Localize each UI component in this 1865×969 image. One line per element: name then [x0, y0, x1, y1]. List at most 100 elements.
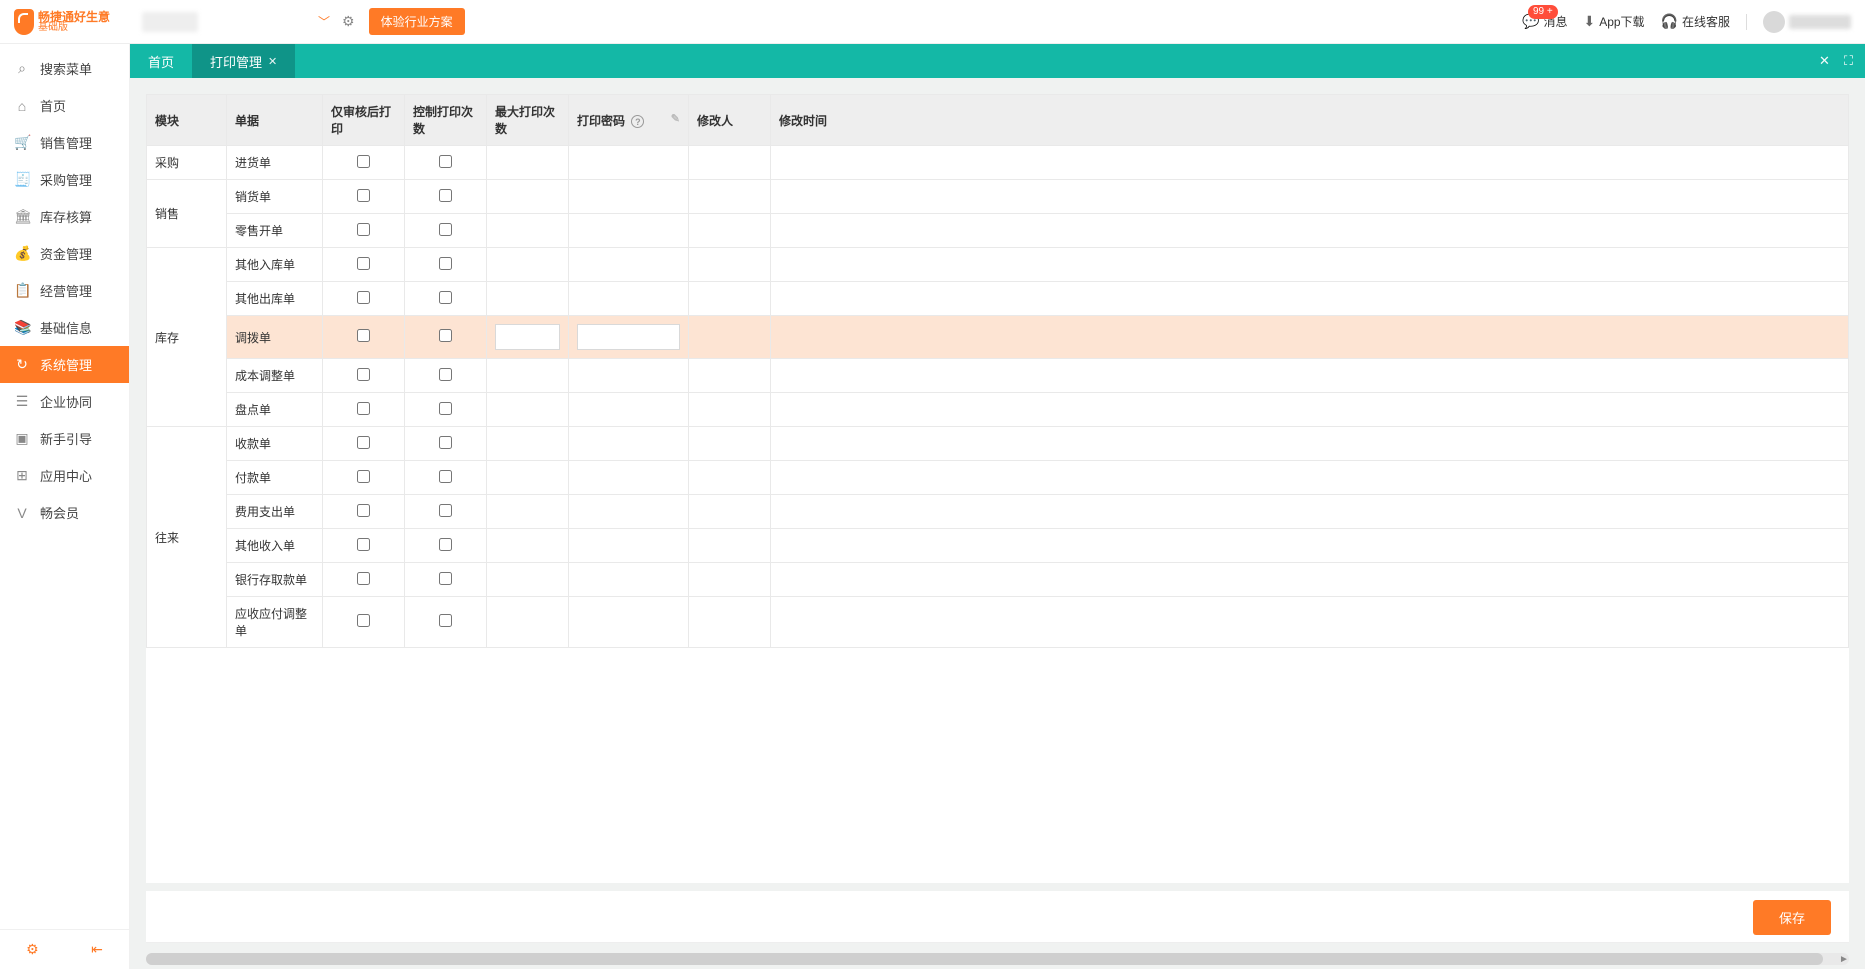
app-download-label: App下载	[1599, 13, 1644, 30]
try-industry-button[interactable]: 体验行业方案	[369, 8, 465, 35]
limit-count-checkbox[interactable]	[439, 470, 452, 483]
sidebar-item-sales[interactable]: 🛒销售管理	[0, 124, 129, 161]
tab-home[interactable]: 首页	[130, 44, 192, 78]
cell-max-count	[487, 248, 569, 282]
sidebar-item-label: 应用中心	[40, 466, 92, 485]
limit-count-checkbox[interactable]	[439, 368, 452, 381]
limit-count-checkbox[interactable]	[439, 572, 452, 585]
cell-audit-only	[323, 146, 405, 180]
user-menu[interactable]	[1763, 11, 1851, 33]
print-settings-table: 模块 单据 仅审核后打印 控制打印次数 最大打印次数 打印密码 ? ✎	[146, 94, 1849, 648]
limit-count-checkbox[interactable]	[439, 538, 452, 551]
limit-count-checkbox[interactable]	[439, 291, 452, 304]
cell-doc: 进货单	[227, 146, 323, 180]
edit-column-icon[interactable]: ✎	[671, 112, 680, 125]
audit-only-checkbox[interactable]	[357, 189, 370, 202]
settings-icon[interactable]: ⚙	[342, 13, 355, 30]
scrollbar-thumb[interactable]	[146, 953, 1823, 965]
close-icon[interactable]: ✕	[268, 55, 277, 68]
app-download-link[interactable]: ⬇ App下载	[1583, 13, 1644, 30]
sidebar-collapse-icon[interactable]: ⇤	[91, 941, 103, 958]
cell-module: 库存	[147, 248, 227, 427]
org-dropdown-caret[interactable]: ﹀	[318, 13, 330, 30]
sidebar-item-operation[interactable]: 📋经营管理	[0, 272, 129, 309]
audit-only-checkbox[interactable]	[357, 155, 370, 168]
limit-count-checkbox[interactable]	[439, 329, 452, 342]
cell-audit-only	[323, 180, 405, 214]
cell-modify-time	[771, 248, 1849, 282]
limit-count-checkbox[interactable]	[439, 189, 452, 202]
username-redacted	[1789, 15, 1851, 29]
sidebar-item-system[interactable]: ↻系统管理	[0, 346, 129, 383]
audit-only-checkbox[interactable]	[357, 470, 370, 483]
cell-modify-time	[771, 393, 1849, 427]
audit-only-checkbox[interactable]	[357, 257, 370, 270]
audit-only-checkbox[interactable]	[357, 223, 370, 236]
cell-doc: 银行存取款单	[227, 563, 323, 597]
sidebar-item-label: 企业协同	[40, 392, 92, 411]
save-button[interactable]: 保存	[1753, 900, 1831, 935]
cell-password	[569, 563, 689, 597]
col-limit-count: 控制打印次数	[405, 95, 487, 146]
system-icon: ↻	[14, 356, 30, 373]
sidebar-item-purchase[interactable]: 🧾采购管理	[0, 161, 129, 198]
tab-close-all-icon[interactable]: ✕	[1819, 53, 1830, 69]
cell-modify-time	[771, 563, 1849, 597]
cell-limit-count	[405, 248, 487, 282]
limit-count-checkbox[interactable]	[439, 614, 452, 627]
tab-print-management[interactable]: 打印管理 ✕	[192, 44, 295, 78]
audit-only-checkbox[interactable]	[357, 291, 370, 304]
sidebar-item-inventory[interactable]: 🏛库存核算	[0, 198, 129, 235]
online-service-link[interactable]: 🎧 在线客服	[1661, 13, 1730, 30]
cell-audit-only	[323, 248, 405, 282]
scroll-right-icon[interactable]: ►	[1837, 953, 1851, 965]
cell-doc: 盘点单	[227, 393, 323, 427]
table-row: 应收应付调整单	[147, 597, 1849, 648]
cell-limit-count	[405, 282, 487, 316]
audit-only-checkbox[interactable]	[357, 436, 370, 449]
password-input[interactable]	[577, 324, 680, 350]
limit-count-checkbox[interactable]	[439, 402, 452, 415]
audit-only-checkbox[interactable]	[357, 572, 370, 585]
cell-audit-only	[323, 427, 405, 461]
limit-count-checkbox[interactable]	[439, 504, 452, 517]
limit-count-checkbox[interactable]	[439, 155, 452, 168]
table-row: 调拨单	[147, 316, 1849, 359]
messages-link[interactable]: 💬 消息 99 +	[1522, 13, 1567, 30]
cell-max-count	[487, 393, 569, 427]
cell-modify-time	[771, 495, 1849, 529]
limit-count-checkbox[interactable]	[439, 436, 452, 449]
cell-password	[569, 461, 689, 495]
operation-icon: 📋	[14, 282, 30, 299]
col-modify-time: 修改时间	[771, 95, 1849, 146]
tab-fullscreen-icon[interactable]: ⛶	[1844, 53, 1853, 69]
audit-only-checkbox[interactable]	[357, 538, 370, 551]
guide-icon: ▣	[14, 430, 30, 447]
sidebar-item-search-menu[interactable]: ⌕搜索菜单	[0, 50, 129, 87]
audit-only-checkbox[interactable]	[357, 504, 370, 517]
sidebar-item-enterprise[interactable]: ☰企业协同	[0, 383, 129, 420]
audit-only-checkbox[interactable]	[357, 614, 370, 627]
sidebar-item-funds[interactable]: 💰资金管理	[0, 235, 129, 272]
max-count-input[interactable]	[495, 324, 560, 350]
sidebar-item-member[interactable]: V畅会员	[0, 494, 129, 531]
audit-only-checkbox[interactable]	[357, 329, 370, 342]
col-max-count: 最大打印次数	[487, 95, 569, 146]
sidebar-settings-icon[interactable]: ⚙	[26, 941, 39, 958]
cell-modifier	[689, 248, 771, 282]
cell-max-count	[487, 461, 569, 495]
sidebar-item-home[interactable]: ⌂首页	[0, 87, 129, 124]
audit-only-checkbox[interactable]	[357, 368, 370, 381]
audit-only-checkbox[interactable]	[357, 402, 370, 415]
limit-count-checkbox[interactable]	[439, 223, 452, 236]
sidebar-item-basic-info[interactable]: 📚基础信息	[0, 309, 129, 346]
content-panel: 模块 单据 仅审核后打印 控制打印次数 最大打印次数 打印密码 ? ✎	[146, 94, 1849, 883]
sidebar-item-appcenter[interactable]: ⊞应用中心	[0, 457, 129, 494]
horizontal-scrollbar[interactable]: ◄ ►	[146, 953, 1849, 965]
help-icon[interactable]: ?	[631, 115, 644, 128]
cell-audit-only	[323, 316, 405, 359]
limit-count-checkbox[interactable]	[439, 257, 452, 270]
sidebar-item-guide[interactable]: ▣新手引导	[0, 420, 129, 457]
download-icon: ⬇	[1583, 13, 1595, 30]
cell-limit-count	[405, 529, 487, 563]
